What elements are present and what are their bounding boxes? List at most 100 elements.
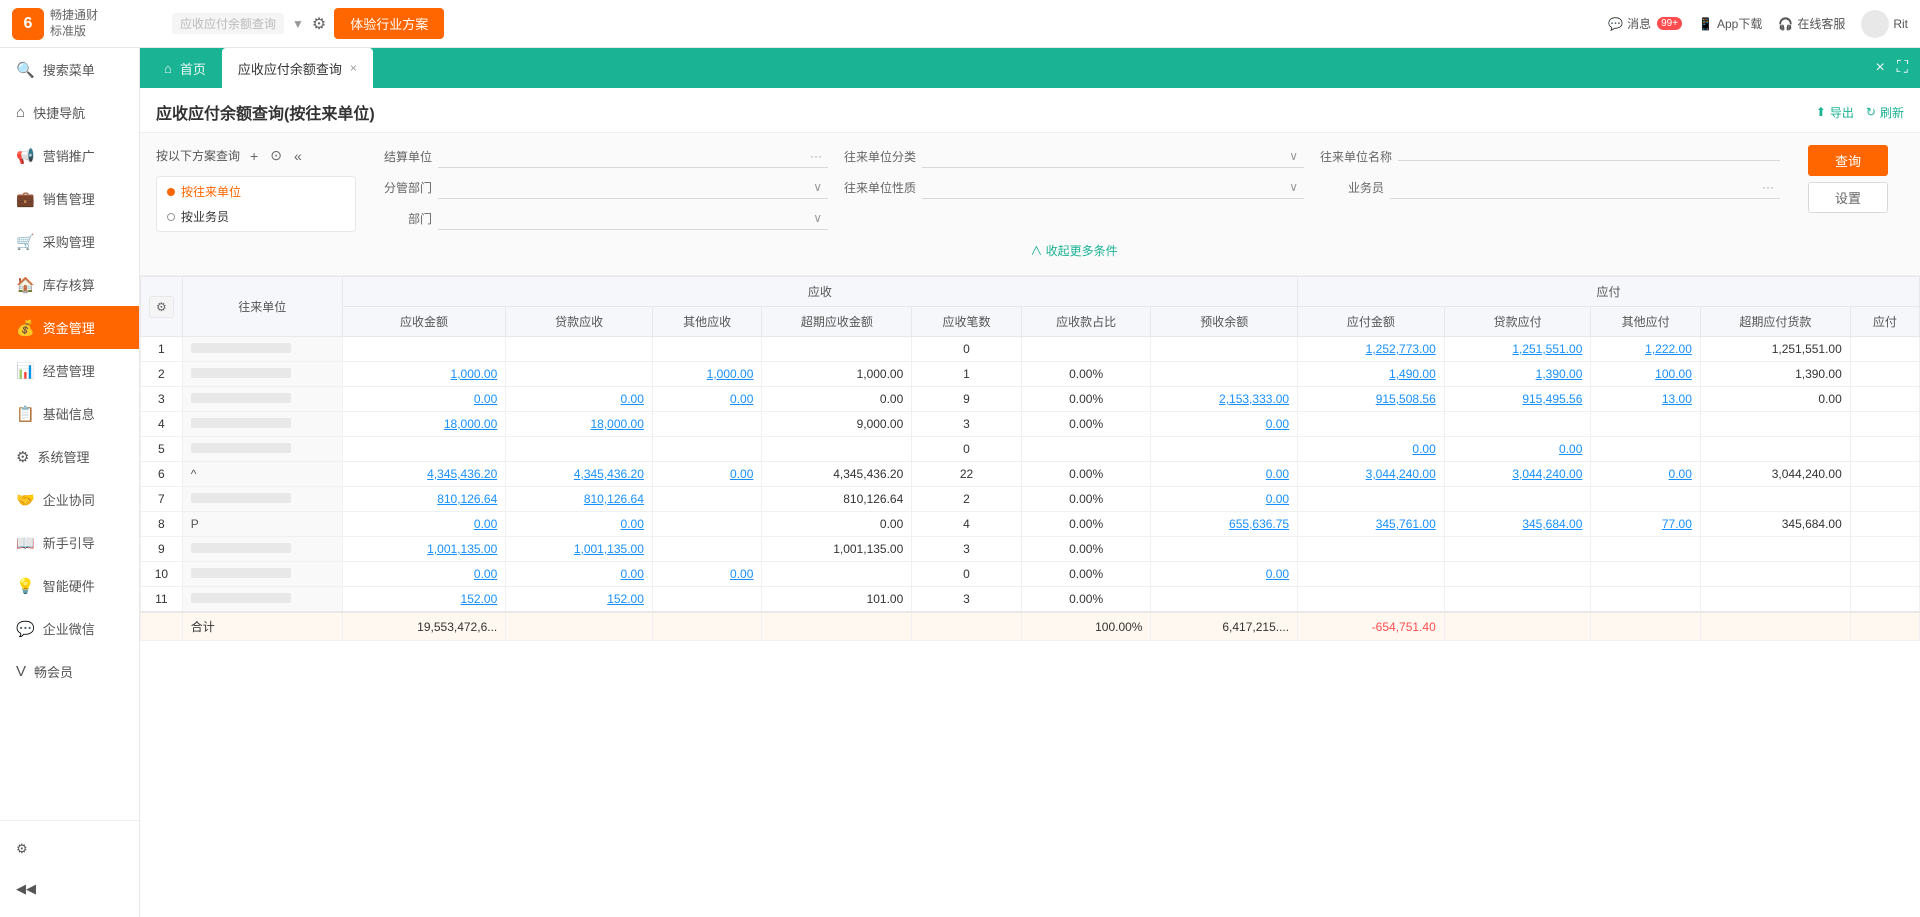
salesperson-input[interactable]: ··· [1390, 176, 1780, 199]
edit-scheme-button[interactable]: ⊙ [268, 145, 284, 166]
row-ap-other[interactable]: 13.00 [1591, 387, 1700, 412]
row-ap-amount[interactable]: 0.00 [1298, 437, 1445, 462]
tab-home[interactable]: ⌂ 首页 [148, 48, 222, 88]
sidebar-item-2[interactable]: 📢 营销推广 [0, 134, 139, 177]
sidebar-item-settings-bottom[interactable]: ⚙ [0, 829, 139, 869]
scheme-option-salesperson[interactable]: 按业务员 [157, 204, 355, 229]
sidebar-item-7[interactable]: 📊 经营管理 [0, 349, 139, 392]
sidebar-item-5[interactable]: 🏠 库存核算 [0, 263, 139, 306]
row-ar-loan[interactable]: 4,345,436.20 [506, 462, 653, 487]
row-ar-amount[interactable]: 810,126.64 [342, 487, 505, 512]
page-header-actions: ⬆ 导出 ↻ 刷新 [1816, 104, 1904, 121]
refresh-button[interactable]: ↻ 刷新 [1866, 104, 1904, 121]
row-ap-amount[interactable]: 1,252,773.00 [1298, 337, 1445, 362]
row-ap-loan[interactable]: 345,684.00 [1444, 512, 1591, 537]
row-ap-amount[interactable]: 3,044,240.00 [1298, 462, 1445, 487]
row-ap-loan [1444, 562, 1591, 587]
partner-name-input[interactable] [1398, 152, 1780, 161]
row-ar-amount[interactable]: 0.00 [342, 562, 505, 587]
row-ap-loan[interactable]: 1,251,551.00 [1444, 337, 1591, 362]
tab-bar: ⌂ 首页 应收应付余额查询 × × ⛶ [140, 48, 1920, 88]
chevron-down-icon[interactable]: ▼ [292, 17, 304, 31]
sidebar-item-6[interactable]: 💰 资金管理 [0, 306, 139, 349]
row-ar-advance[interactable]: 0.00 [1151, 412, 1298, 437]
export-button[interactable]: ⬆ 导出 [1816, 104, 1854, 121]
sidebar-item-11[interactable]: 📖 新手引导 [0, 521, 139, 564]
sidebar-item-4[interactable]: 🛒 采购管理 [0, 220, 139, 263]
row-ar-loan[interactable]: 0.00 [506, 512, 653, 537]
table-settings-icon[interactable]: ⚙ [149, 296, 174, 318]
row-ar-amount[interactable]: 0.00 [342, 387, 505, 412]
setting-button[interactable]: 设置 [1808, 182, 1888, 213]
row-ar-loan[interactable]: 810,126.64 [506, 487, 653, 512]
add-scheme-button[interactable]: + [248, 146, 260, 166]
sidebar-item-10[interactable]: 🤝 企业协同 [0, 478, 139, 521]
row-ap-other[interactable]: 0.00 [1591, 462, 1700, 487]
window-close-button[interactable]: × [1875, 59, 1884, 77]
row-ar-amount[interactable]: 4,345,436.20 [342, 462, 505, 487]
row-ap-loan[interactable]: 3,044,240.00 [1444, 462, 1591, 487]
row-ap-other[interactable]: 1,222.00 [1591, 337, 1700, 362]
row-ar-amount[interactable]: 1,000.00 [342, 362, 505, 387]
row-ap-loan[interactable]: 1,390.00 [1444, 362, 1591, 387]
row-ar-advance[interactable]: 0.00 [1151, 562, 1298, 587]
sidebar-item-14[interactable]: V 畅会员 [0, 650, 139, 693]
row-ar-other[interactable]: 0.00 [652, 462, 761, 487]
row-ap-amount[interactable]: 915,508.56 [1298, 387, 1445, 412]
user-area[interactable]: Rit [1861, 10, 1908, 38]
sidebar-icon-6: 💰 [16, 319, 35, 337]
collapse-more-button[interactable]: ∧ 收起更多条件 [368, 238, 1780, 263]
partner-category-input[interactable]: ∨ [922, 145, 1304, 168]
row-ar-advance[interactable]: 0.00 [1151, 487, 1298, 512]
sidebar-item-12[interactable]: 💡 智能硬件 [0, 564, 139, 607]
sidebar-item-collapse[interactable]: ◀◀ [0, 869, 139, 909]
row-ap-amount[interactable]: 345,761.00 [1298, 512, 1445, 537]
row-ap-amount[interactable]: 1,490.00 [1298, 362, 1445, 387]
settings-gear-button[interactable]: ⚙ [312, 14, 326, 34]
row-ar-other[interactable]: 0.00 [652, 387, 761, 412]
solution-button[interactable]: 体验行业方案 [334, 8, 444, 39]
window-expand-button[interactable]: ⛶ [1897, 59, 1908, 77]
collapse-scheme-button[interactable]: « [292, 146, 304, 166]
col-gear[interactable]: ⚙ [141, 277, 183, 337]
row-ar-loan[interactable]: 0.00 [506, 562, 653, 587]
row-ar-loan[interactable]: 152.00 [506, 587, 653, 613]
row-ar-other[interactable]: 0.00 [652, 562, 761, 587]
row-ar-count: 22 [912, 462, 1021, 487]
row-ar-amount[interactable]: 18,000.00 [342, 412, 505, 437]
row-ap-other[interactable]: 100.00 [1591, 362, 1700, 387]
scheme-option-partner[interactable]: 按往来单位 [157, 179, 355, 204]
sidebar-item-0[interactable]: 🔍 搜索菜单 [0, 48, 139, 91]
sidebar-item-8[interactable]: 📋 基础信息 [0, 392, 139, 435]
dept-input[interactable]: ∨ [438, 207, 828, 230]
row-ar-advance[interactable]: 655,636.75 [1151, 512, 1298, 537]
tab-active[interactable]: 应收应付余额查询 × [222, 48, 373, 88]
row-ar-ratio: 0.00% [1021, 487, 1151, 512]
row-ap-other[interactable]: 77.00 [1591, 512, 1700, 537]
app-download-button[interactable]: 📱 App下载 [1698, 15, 1762, 32]
jiesuan-input[interactable]: ··· [438, 145, 828, 168]
row-ar-advance [1151, 587, 1298, 613]
row-ap-other [1591, 562, 1700, 587]
sidebar-item-1[interactable]: ⌂ 快捷导航 [0, 91, 139, 134]
row-ap-loan[interactable]: 0.00 [1444, 437, 1591, 462]
messages-button[interactable]: 💬 消息 99+ [1608, 15, 1682, 32]
fenguan-input[interactable]: ∨ [438, 176, 828, 199]
row-ap-loan[interactable]: 915,495.56 [1444, 387, 1591, 412]
online-service-button[interactable]: 🎧 在线客服 [1778, 15, 1845, 32]
sidebar-item-3[interactable]: 💼 销售管理 [0, 177, 139, 220]
row-ar-amount[interactable]: 0.00 [342, 512, 505, 537]
sidebar-item-13[interactable]: 💬 企业微信 [0, 607, 139, 650]
row-ar-loan[interactable]: 0.00 [506, 387, 653, 412]
sidebar-item-9[interactable]: ⚙ 系统管理 [0, 435, 139, 478]
row-ar-advance[interactable]: 0.00 [1151, 462, 1298, 487]
row-ar-other[interactable]: 1,000.00 [652, 362, 761, 387]
partner-nature-input[interactable]: ∨ [922, 176, 1304, 199]
row-ar-loan[interactable]: 1,001,135.00 [506, 537, 653, 562]
row-ar-loan[interactable]: 18,000.00 [506, 412, 653, 437]
tab-close-icon[interactable]: × [350, 61, 357, 75]
row-ar-advance[interactable]: 2,153,333.00 [1151, 387, 1298, 412]
query-button[interactable]: 查询 [1808, 145, 1888, 176]
row-ar-amount[interactable]: 1,001,135.00 [342, 537, 505, 562]
row-ar-amount[interactable]: 152.00 [342, 587, 505, 613]
